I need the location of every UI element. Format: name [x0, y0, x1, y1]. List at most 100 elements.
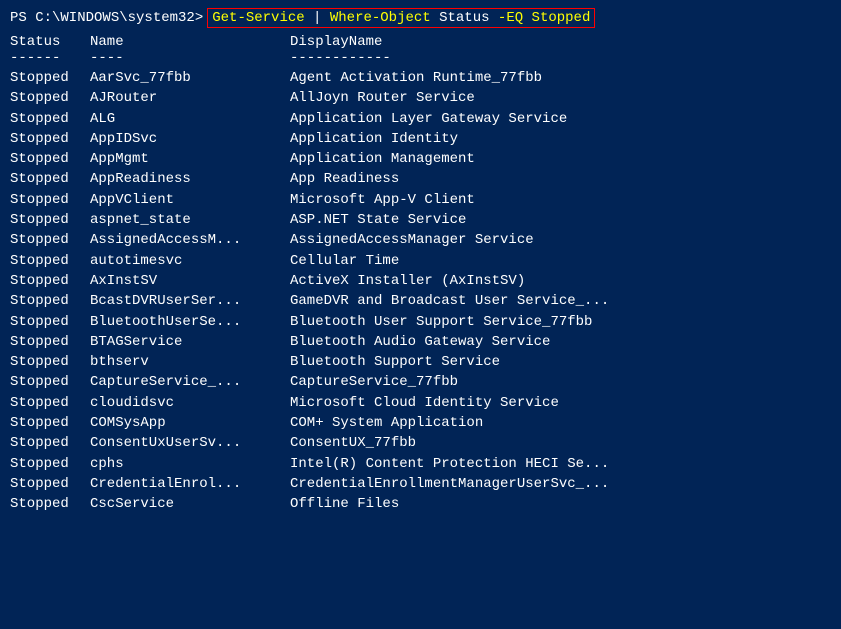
- row-displayname: Bluetooth User Support Service_77fbb: [290, 312, 831, 332]
- table-row: StoppedautotimesvcCellular Time: [10, 251, 831, 271]
- row-status: Stopped: [10, 433, 90, 453]
- row-name: BTAGService: [90, 332, 290, 352]
- row-displayname: AllJoyn Router Service: [290, 88, 831, 108]
- row-displayname: CredentialEnrollmentManagerUserSvc_...: [290, 474, 831, 494]
- row-name: COMSysApp: [90, 413, 290, 433]
- prompt-text: PS C:\WINDOWS\system32>: [10, 10, 203, 26]
- row-name: CaptureService_...: [90, 372, 290, 392]
- row-displayname: AssignedAccessManager Service: [290, 230, 831, 250]
- row-name: AxInstSV: [90, 271, 290, 291]
- table-row: StoppedAppIDSvcApplication Identity: [10, 129, 831, 149]
- table-row: StoppedConsentUxUserSv...ConsentUX_77fbb: [10, 433, 831, 453]
- table-row: StoppedAarSvc_77fbbAgent Activation Runt…: [10, 68, 831, 88]
- cmd-stopped-value: Stopped: [523, 10, 590, 26]
- header-name: Name: [90, 34, 290, 50]
- table-row: StoppedCscServiceOffline Files: [10, 494, 831, 514]
- table-row: StoppedALGApplication Layer Gateway Serv…: [10, 109, 831, 129]
- row-displayname: COM+ System Application: [290, 413, 831, 433]
- header-displayname: DisplayName: [290, 34, 831, 50]
- row-status: Stopped: [10, 230, 90, 250]
- row-displayname: ConsentUX_77fbb: [290, 433, 831, 453]
- row-name: ConsentUxUserSv...: [90, 433, 290, 453]
- row-status: Stopped: [10, 251, 90, 271]
- row-status: Stopped: [10, 149, 90, 169]
- table-row: StoppedAppMgmtApplication Management: [10, 149, 831, 169]
- row-displayname: Cellular Time: [290, 251, 831, 271]
- row-status: Stopped: [10, 291, 90, 311]
- row-name: AppVClient: [90, 190, 290, 210]
- table-row: StoppedAppVClientMicrosoft App-V Client: [10, 190, 831, 210]
- row-displayname: GameDVR and Broadcast User Service_...: [290, 291, 831, 311]
- row-name: autotimesvc: [90, 251, 290, 271]
- table-row: StoppedBluetoothUserSe...Bluetooth User …: [10, 312, 831, 332]
- cmd-eq: -EQ: [498, 10, 523, 26]
- row-status: Stopped: [10, 413, 90, 433]
- table-row: StoppedAJRouterAllJoyn Router Service: [10, 88, 831, 108]
- row-status: Stopped: [10, 169, 90, 189]
- row-status: Stopped: [10, 352, 90, 372]
- table-row: StoppedBTAGServiceBluetooth Audio Gatewa…: [10, 332, 831, 352]
- row-name: cloudidsvc: [90, 393, 290, 413]
- table-body: StoppedAarSvc_77fbbAgent Activation Runt…: [10, 68, 831, 515]
- terminal-window: PS C:\WINDOWS\system32> Get-Service | Wh…: [0, 0, 841, 629]
- table-row: StoppedcloudidsvcMicrosoft Cloud Identit…: [10, 393, 831, 413]
- row-name: BluetoothUserSe...: [90, 312, 290, 332]
- row-displayname: Agent Activation Runtime_77fbb: [290, 68, 831, 88]
- table-row: StoppedAssignedAccessM...AssignedAccessM…: [10, 230, 831, 250]
- header-status: Status: [10, 34, 90, 50]
- row-name: AppIDSvc: [90, 129, 290, 149]
- row-status: Stopped: [10, 271, 90, 291]
- table-row: StoppedCredentialEnrol...CredentialEnrol…: [10, 474, 831, 494]
- row-status: Stopped: [10, 454, 90, 474]
- row-displayname: Application Management: [290, 149, 831, 169]
- output-table: Status Name DisplayName ------ ---- ----…: [10, 34, 831, 515]
- row-name: BcastDVRUserSer...: [90, 291, 290, 311]
- row-displayname: Microsoft App-V Client: [290, 190, 831, 210]
- row-name: cphs: [90, 454, 290, 474]
- row-displayname: Bluetooth Audio Gateway Service: [290, 332, 831, 352]
- cmd-get-service: Get-Service: [212, 10, 304, 26]
- table-row: StoppedAxInstSVActiveX Installer (AxInst…: [10, 271, 831, 291]
- row-status: Stopped: [10, 109, 90, 129]
- cmd-pipe: |: [305, 10, 330, 26]
- row-displayname: ActiveX Installer (AxInstSV): [290, 271, 831, 291]
- cmd-status-param: Status: [431, 10, 498, 26]
- row-displayname: ASP.NET State Service: [290, 210, 831, 230]
- table-row: Stoppedaspnet_stateASP.NET State Service: [10, 210, 831, 230]
- table-divider: ------ ---- ------------: [10, 50, 831, 66]
- row-status: Stopped: [10, 68, 90, 88]
- table-row: StoppedbthservBluetooth Support Service: [10, 352, 831, 372]
- row-name: AarSvc_77fbb: [90, 68, 290, 88]
- row-status: Stopped: [10, 190, 90, 210]
- row-name: ALG: [90, 109, 290, 129]
- table-row: StoppedCaptureService_...CaptureService_…: [10, 372, 831, 392]
- row-status: Stopped: [10, 129, 90, 149]
- row-status: Stopped: [10, 332, 90, 352]
- row-name: AppReadiness: [90, 169, 290, 189]
- row-status: Stopped: [10, 494, 90, 514]
- row-displayname: CaptureService_77fbb: [290, 372, 831, 392]
- cmd-where-object: Where-Object: [330, 10, 431, 26]
- row-name: AssignedAccessM...: [90, 230, 290, 250]
- table-row: StoppedBcastDVRUserSer...GameDVR and Bro…: [10, 291, 831, 311]
- row-name: aspnet_state: [90, 210, 290, 230]
- row-displayname: Application Layer Gateway Service: [290, 109, 831, 129]
- table-row: StoppedAppReadinessApp Readiness: [10, 169, 831, 189]
- row-displayname: App Readiness: [290, 169, 831, 189]
- table-row: StoppedcphsIntel(R) Content Protection H…: [10, 454, 831, 474]
- row-name: bthserv: [90, 352, 290, 372]
- row-name: AppMgmt: [90, 149, 290, 169]
- row-displayname: Bluetooth Support Service: [290, 352, 831, 372]
- row-name: CredentialEnrol...: [90, 474, 290, 494]
- table-header: Status Name DisplayName: [10, 34, 831, 50]
- row-status: Stopped: [10, 393, 90, 413]
- table-row: StoppedCOMSysAppCOM+ System Application: [10, 413, 831, 433]
- row-displayname: Offline Files: [290, 494, 831, 514]
- divider-displayname: ------------: [290, 50, 831, 66]
- row-status: Stopped: [10, 474, 90, 494]
- row-displayname: Application Identity: [290, 129, 831, 149]
- row-status: Stopped: [10, 210, 90, 230]
- row-status: Stopped: [10, 372, 90, 392]
- row-displayname: Microsoft Cloud Identity Service: [290, 393, 831, 413]
- divider-name: ----: [90, 50, 290, 66]
